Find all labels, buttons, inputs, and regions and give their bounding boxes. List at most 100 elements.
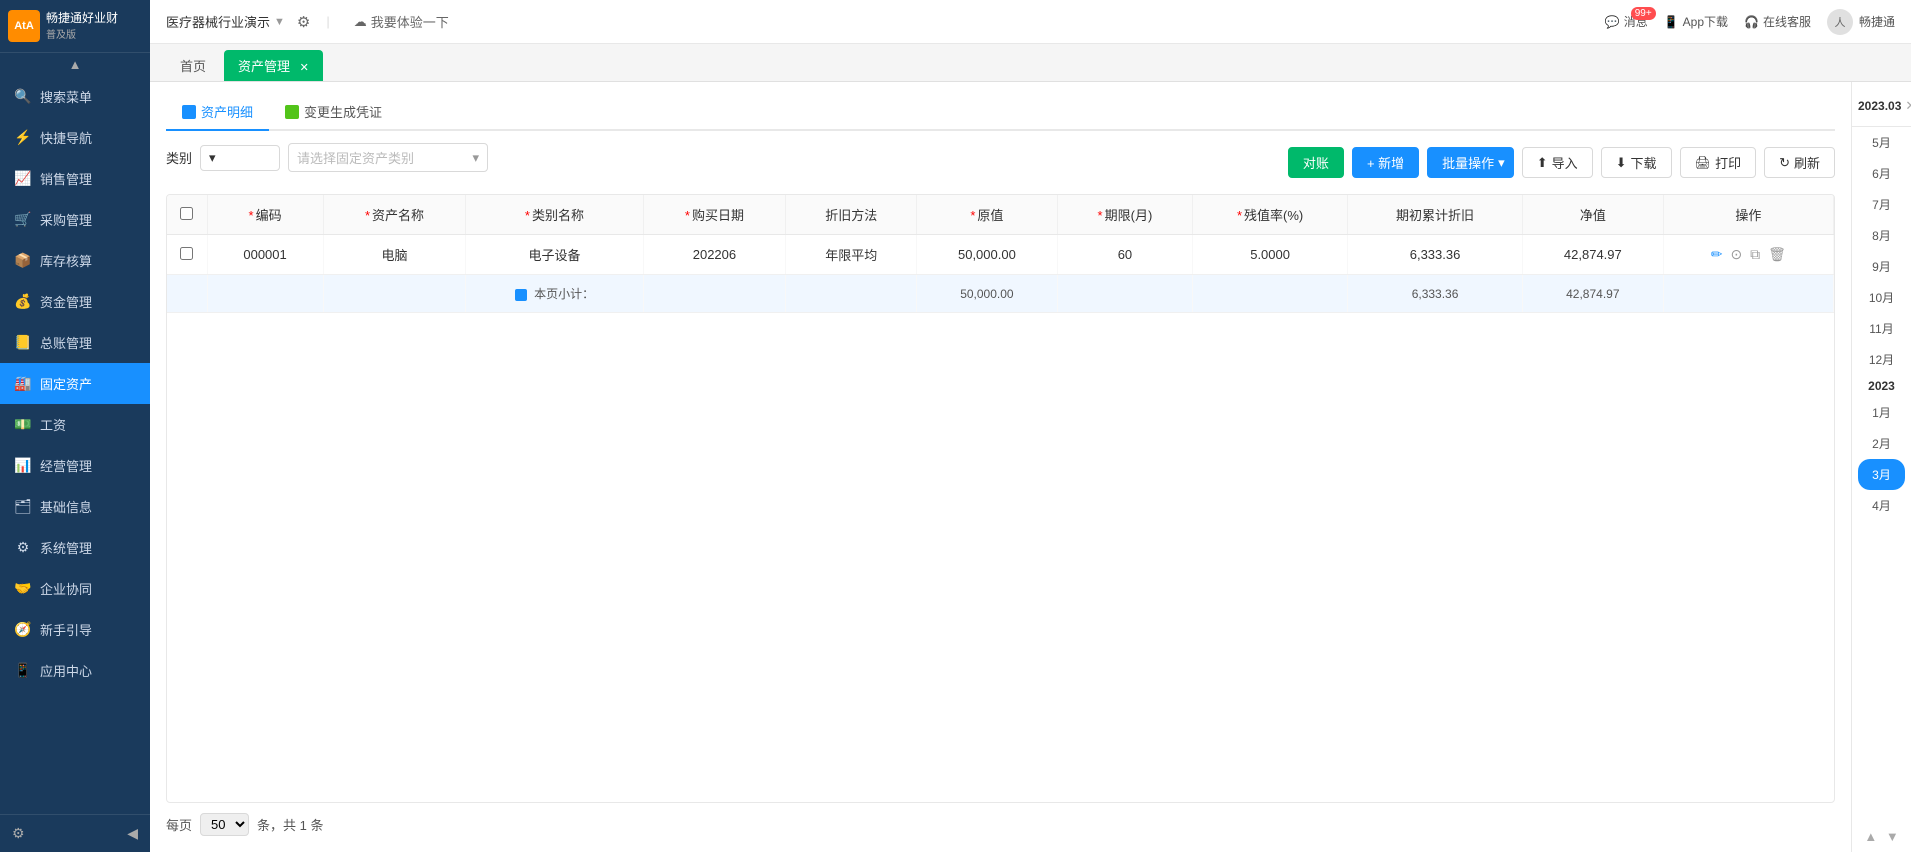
new-button[interactable]: + 新增 [1352,147,1419,178]
sidebar-item-salary[interactable]: 💵 工资 [0,404,150,445]
sidebar-item-search[interactable]: 🔍 搜索菜单 [0,76,150,117]
panel-down-icon[interactable]: ▼ [1886,829,1899,844]
settings-icon[interactable]: ⚙ [12,825,25,842]
app-download-btn[interactable]: 📱 App下载 [1664,13,1728,30]
col-purchase-date: *购买日期 [643,195,786,235]
user-area[interactable]: 人 畅捷通 [1827,9,1895,35]
month-4[interactable]: 4月 [1852,490,1911,521]
system-icon: ⚙ [14,539,32,556]
cell-net-value: 42,874.97 [1523,235,1664,275]
sidebar-item-ledger[interactable]: 📒 总账管理 [0,322,150,363]
import-button[interactable]: ⬆ 导入 [1522,147,1593,178]
print-button[interactable]: 🖨 打印 [1680,147,1757,178]
guide-icon: 🧭 [14,621,32,638]
select-all-checkbox[interactable] [180,207,193,220]
month-12[interactable]: 12月 [1852,344,1911,375]
sidebar-item-enterprise[interactable]: 🤝 企业协同 [0,568,150,609]
sidebar-item-finance[interactable]: 💰 资金管理 [0,281,150,322]
month-1[interactable]: 1月 [1852,397,1911,428]
page-size-select[interactable]: 50 [200,813,249,836]
collapse-icon[interactable]: ◀ [127,825,138,842]
reconcile-button[interactable]: 对账 [1288,147,1344,178]
month-10[interactable]: 10月 [1852,282,1911,313]
sidebar-bottom: ⚙ ◀ [0,814,150,852]
col-residual-rate: *残值率(%) [1193,195,1348,235]
toolbar-right: 对账 + 新增 批量操作 ▾ ⬆ 导入 ⬇ 下载 [1288,147,1835,178]
sidebar-item-guide[interactable]: 🧭 新手引导 [0,609,150,650]
month-8[interactable]: 8月 [1852,220,1911,251]
duplicate-icon[interactable]: ⧉ [1750,246,1760,263]
cell-depreciation-method: 年限平均 [786,235,917,275]
cell-period: 60 [1057,235,1192,275]
category-filter[interactable]: ▾ [200,145,280,171]
month-6[interactable]: 6月 [1852,158,1911,189]
sub-tabs: 资产明细 变更生成凭证 [166,94,1835,131]
panel-expand-icon[interactable]: ✕ [1901,94,1911,118]
cell-category: 电子设备 [466,235,643,275]
sidebar-item-operations[interactable]: 📊 经营管理 [0,445,150,486]
sidebar-logo: AtA 畅捷通好业财 普及版 [0,0,150,53]
quick-nav-icon: ⚡ [14,129,32,146]
feedback-btn[interactable]: ☁ 我要体验一下 [354,12,449,31]
sidebar-item-quick-nav[interactable]: ⚡ 快捷导航 [0,117,150,158]
month-7[interactable]: 7月 [1852,189,1911,220]
category-dropdown-icon: ▾ [209,150,216,166]
message-btn[interactable]: 💬 消息 99+ [1605,13,1648,30]
settings-btn[interactable]: ⚙ [297,13,310,31]
company-selector[interactable]: 医疗器械行业演示 ▼ [166,12,285,31]
batch-ops-button[interactable]: 批量操作 ▾ [1427,147,1514,178]
enterprise-icon: 🤝 [14,580,32,597]
asset-category-placeholder: 请选择固定资产类别 [297,148,414,167]
ledger-icon: 📒 [14,334,32,351]
logo-icon: AtA [8,10,40,42]
service-icon: 🎧 [1744,15,1759,29]
app-center-icon: 📱 [14,662,32,679]
tab-close-icon[interactable]: ✕ [300,62,309,74]
month-5[interactable]: 5月 [1852,127,1911,158]
tab-home[interactable]: 首页 [166,50,220,81]
asset-table: *编码 *资产名称 *类别名称 *购买日期 折旧方法 *原值 *期限(月) *残… [166,194,1835,803]
download-button[interactable]: ⬇ 下载 [1601,147,1672,178]
search-icon: 🔍 [14,88,32,105]
month-11[interactable]: 11月 [1852,313,1911,344]
col-period: *期限(月) [1057,195,1192,235]
sidebar-item-basic-info[interactable]: 🗂 基础信息 [0,486,150,527]
sidebar-item-purchase[interactable]: 🛒 采购管理 [0,199,150,240]
copy-icon[interactable]: ⊙ [1730,246,1742,263]
row-select-checkbox[interactable] [180,247,193,260]
logo-text-area: 畅捷通好业财 普及版 [46,11,118,42]
col-initial-depreciation: 期初累计折旧 [1348,195,1523,235]
sidebar-item-inventory[interactable]: 📦 库存核算 [0,240,150,281]
sidebar: AtA 畅捷通好业财 普及版 ▲ 🔍 搜索菜单 ⚡ 快捷导航 📈 销售管理 🛒 … [0,0,150,852]
sidebar-item-app-center[interactable]: 📱 应用中心 [0,650,150,691]
month-2[interactable]: 2月 [1852,428,1911,459]
scroll-up-btn[interactable]: ▲ [0,53,150,76]
company-dropdown-icon: ▼ [274,16,285,28]
import-icon: ⬆ [1537,155,1548,171]
cell-original-value: 50,000.00 [917,235,1058,275]
operations-icon: 📊 [14,457,32,474]
asset-category-select[interactable]: 请选择固定资产类别 ▾ [288,143,488,172]
sidebar-item-sales[interactable]: 📈 销售管理 [0,158,150,199]
app-edition: 普及版 [46,26,118,41]
month-9[interactable]: 9月 [1852,251,1911,282]
sidebar-item-fixed-assets[interactable]: 🏭 固定资产 [0,363,150,404]
subtotal-original-value: 50,000.00 [917,275,1058,313]
company-name: 医疗器械行业演示 [166,12,270,31]
sub-tab-voucher-generation[interactable]: 变更生成凭证 [269,94,398,131]
subtotal-initial-depreciation: 6,333.36 [1348,275,1523,313]
sidebar-item-system[interactable]: ⚙ 系统管理 [0,527,150,568]
edit-icon[interactable]: ✏ [1711,246,1723,263]
panel-up-icon[interactable]: ▲ [1864,829,1877,844]
cell-residual-rate: 5.0000 [1193,235,1348,275]
subtotal-icon [515,289,527,301]
online-service-btn[interactable]: 🎧 在线客服 [1744,13,1811,30]
cell-code: 000001 [207,235,323,275]
month-3[interactable]: 3月 [1858,459,1905,490]
refresh-button[interactable]: ↻ 刷新 [1764,147,1835,178]
tab-asset-management[interactable]: 资产管理 ✕ [224,50,323,81]
fixed-assets-icon: 🏭 [14,375,32,392]
content: 资产明细 变更生成凭证 类别 ▾ 请选择固定资产类别 ▾ [150,82,1911,852]
delete-icon[interactable]: 🗑 [1768,246,1786,263]
sub-tab-asset-detail[interactable]: 资产明细 [166,94,269,131]
